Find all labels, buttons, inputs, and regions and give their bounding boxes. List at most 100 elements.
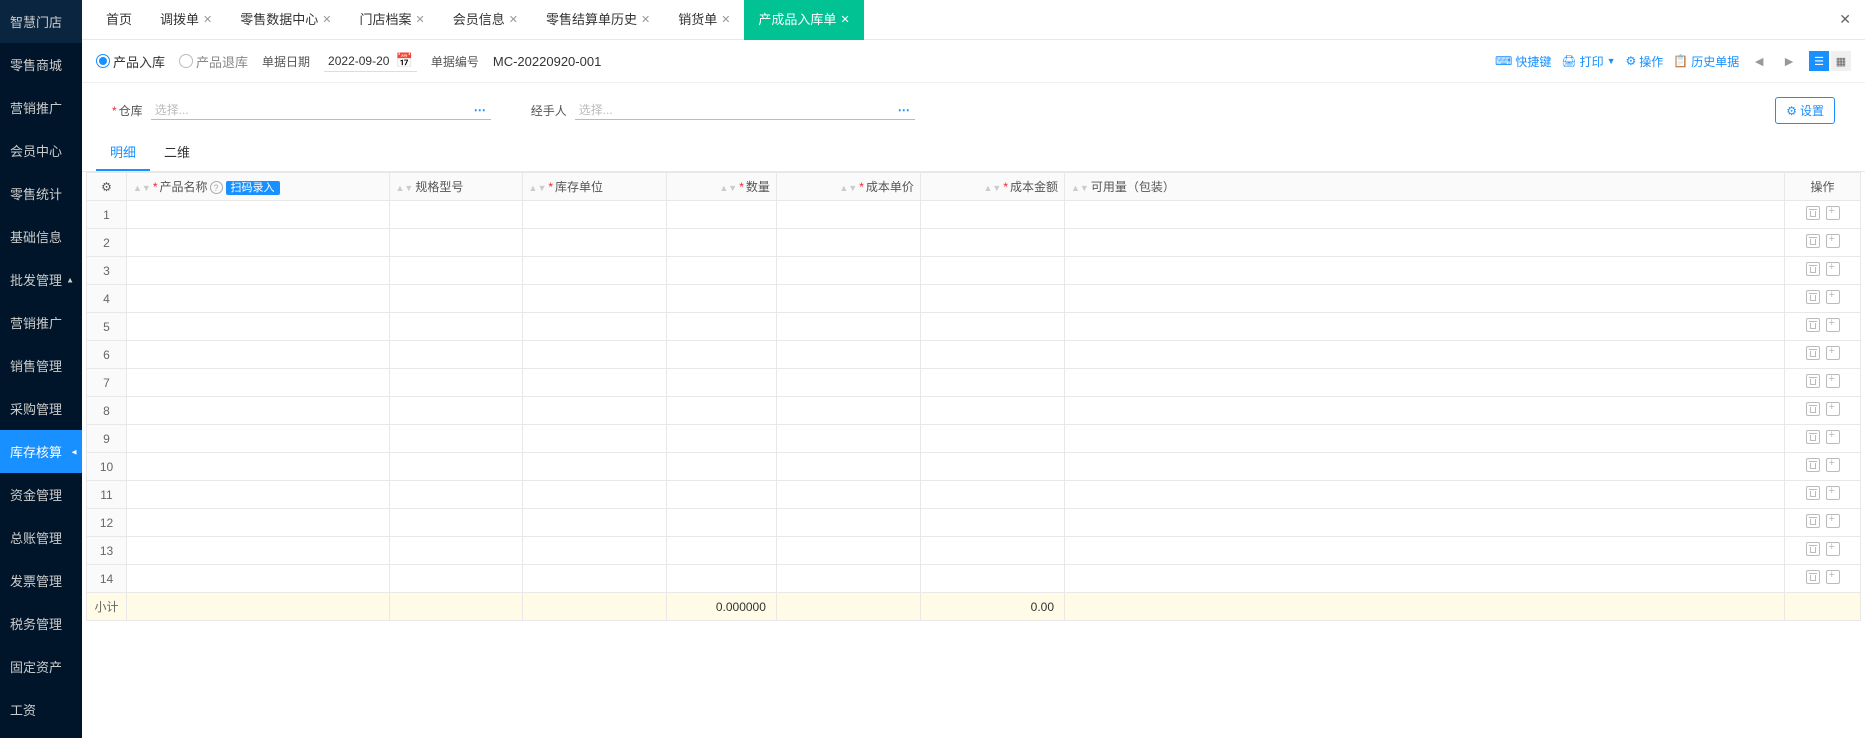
- tab[interactable]: 产成品入库单✕: [744, 0, 863, 40]
- date-input[interactable]: 2022-09-20 📅: [324, 50, 417, 72]
- col-price[interactable]: ▲▼*成本单价: [776, 173, 920, 201]
- sidebar-item[interactable]: 固定资产: [0, 645, 82, 688]
- delete-row-icon[interactable]: [1806, 206, 1820, 220]
- delete-row-icon[interactable]: [1806, 290, 1820, 304]
- radio-product-in[interactable]: 产品入库: [96, 52, 165, 71]
- table-row[interactable]: 13: [87, 537, 1861, 565]
- tab[interactable]: 零售结算单历史✕: [532, 0, 664, 40]
- tab-close-icon[interactable]: ✕: [509, 0, 518, 40]
- tab[interactable]: 销货单✕: [664, 0, 744, 40]
- add-row-icon[interactable]: [1826, 514, 1840, 528]
- tab[interactable]: 门店档案✕: [345, 0, 438, 40]
- sidebar-item[interactable]: 总账管理: [0, 516, 82, 559]
- calendar-icon[interactable]: 📅: [395, 52, 412, 69]
- nav-next-icon[interactable]: ►: [1779, 53, 1799, 69]
- sidebar-item[interactable]: 智慧门店: [0, 0, 82, 43]
- add-row-icon[interactable]: [1826, 402, 1840, 416]
- sidebar-item[interactable]: 发票管理: [0, 559, 82, 602]
- scan-badge[interactable]: 扫码录入: [226, 181, 280, 195]
- sidebar-item[interactable]: 营销推广: [0, 301, 82, 344]
- col-product[interactable]: ▲▼*产品名称?扫码录入: [127, 173, 390, 201]
- radio-product-out[interactable]: 产品退库: [179, 52, 248, 71]
- delete-row-icon[interactable]: [1806, 542, 1820, 556]
- lookup-icon[interactable]: ⋯: [898, 103, 911, 117]
- sidebar-item[interactable]: 会员中心: [0, 129, 82, 172]
- col-gear[interactable]: ⚙: [87, 173, 127, 201]
- table-row[interactable]: 14: [87, 565, 1861, 593]
- tab[interactable]: 首页: [92, 0, 146, 40]
- tab-close-icon[interactable]: ✕: [416, 0, 425, 40]
- tab-close-icon[interactable]: ✕: [322, 0, 331, 40]
- table-row[interactable]: 3: [87, 257, 1861, 285]
- col-qty[interactable]: ▲▼*数量: [666, 173, 776, 201]
- sidebar-item[interactable]: 零售商城: [0, 43, 82, 86]
- sidebar-item[interactable]: 工资: [0, 688, 82, 731]
- add-row-icon[interactable]: [1826, 430, 1840, 444]
- delete-row-icon[interactable]: [1806, 458, 1820, 472]
- delete-row-icon[interactable]: [1806, 486, 1820, 500]
- sidebar-item[interactable]: 基础信息: [0, 215, 82, 258]
- table-row[interactable]: 1: [87, 201, 1861, 229]
- close-all-icon[interactable]: ✕: [1825, 11, 1865, 28]
- add-row-icon[interactable]: [1826, 234, 1840, 248]
- subtab-detail[interactable]: 明细: [96, 134, 150, 171]
- sidebar-item[interactable]: 销售管理: [0, 344, 82, 387]
- table-row[interactable]: 10: [87, 453, 1861, 481]
- tab[interactable]: 调拨单✕: [146, 0, 226, 40]
- warehouse-select[interactable]: ⋯: [151, 101, 491, 120]
- add-row-icon[interactable]: [1826, 570, 1840, 584]
- delete-row-icon[interactable]: [1806, 430, 1820, 444]
- add-row-icon[interactable]: [1826, 346, 1840, 360]
- table-row[interactable]: 11: [87, 481, 1861, 509]
- tab-close-icon[interactable]: ✕: [203, 0, 212, 40]
- sidebar-item[interactable]: 采购管理: [0, 387, 82, 430]
- delete-row-icon[interactable]: [1806, 234, 1820, 248]
- add-row-icon[interactable]: [1826, 262, 1840, 276]
- shortcut-button[interactable]: ⌨ 快捷键: [1495, 53, 1551, 70]
- add-row-icon[interactable]: [1826, 290, 1840, 304]
- delete-row-icon[interactable]: [1806, 570, 1820, 584]
- delete-row-icon[interactable]: [1806, 374, 1820, 388]
- table-row[interactable]: 6: [87, 341, 1861, 369]
- view-grid-icon[interactable]: ▦: [1831, 51, 1851, 71]
- sidebar-item[interactable]: 资金管理: [0, 473, 82, 516]
- clerk-select[interactable]: ⋯: [575, 101, 915, 120]
- add-row-icon[interactable]: [1826, 206, 1840, 220]
- col-unit[interactable]: ▲▼*库存单位: [522, 173, 666, 201]
- add-row-icon[interactable]: [1826, 458, 1840, 472]
- tab-close-icon[interactable]: ✕: [721, 0, 730, 40]
- tab-close-icon[interactable]: ✕: [641, 0, 650, 40]
- nav-prev-icon[interactable]: ◄: [1749, 53, 1769, 69]
- table-row[interactable]: 7: [87, 369, 1861, 397]
- sidebar-item[interactable]: 营销推广: [0, 86, 82, 129]
- delete-row-icon[interactable]: [1806, 402, 1820, 416]
- col-avail[interactable]: ▲▼可用量（包装）: [1065, 173, 1785, 201]
- settings-button[interactable]: ⚙ 设置: [1775, 97, 1835, 124]
- col-spec[interactable]: ▲▼规格型号: [389, 173, 522, 201]
- print-button[interactable]: 🖨 打印 ▼: [1561, 53, 1615, 70]
- delete-row-icon[interactable]: [1806, 318, 1820, 332]
- delete-row-icon[interactable]: [1806, 346, 1820, 360]
- sidebar-item[interactable]: 库存核算: [0, 430, 82, 473]
- col-amount[interactable]: ▲▼*成本金额: [920, 173, 1064, 201]
- sidebar-item[interactable]: 税务管理: [0, 602, 82, 645]
- add-row-icon[interactable]: [1826, 486, 1840, 500]
- sidebar-item[interactable]: 批发管理: [0, 258, 82, 301]
- table-row[interactable]: 8: [87, 397, 1861, 425]
- add-row-icon[interactable]: [1826, 374, 1840, 388]
- table-row[interactable]: 12: [87, 509, 1861, 537]
- delete-row-icon[interactable]: [1806, 262, 1820, 276]
- delete-row-icon[interactable]: [1806, 514, 1820, 528]
- add-row-icon[interactable]: [1826, 542, 1840, 556]
- history-button[interactable]: 📋 历史单据: [1673, 53, 1739, 70]
- table-row[interactable]: 2: [87, 229, 1861, 257]
- subtab-two[interactable]: 二维: [150, 134, 204, 171]
- table-row[interactable]: 5: [87, 313, 1861, 341]
- tab[interactable]: 零售数据中心✕: [226, 0, 345, 40]
- tab[interactable]: 会员信息✕: [439, 0, 532, 40]
- add-row-icon[interactable]: [1826, 318, 1840, 332]
- help-icon[interactable]: ?: [210, 181, 223, 194]
- tab-close-icon[interactable]: ✕: [840, 0, 849, 40]
- table-row[interactable]: 4: [87, 285, 1861, 313]
- view-list-icon[interactable]: ☰: [1809, 51, 1829, 71]
